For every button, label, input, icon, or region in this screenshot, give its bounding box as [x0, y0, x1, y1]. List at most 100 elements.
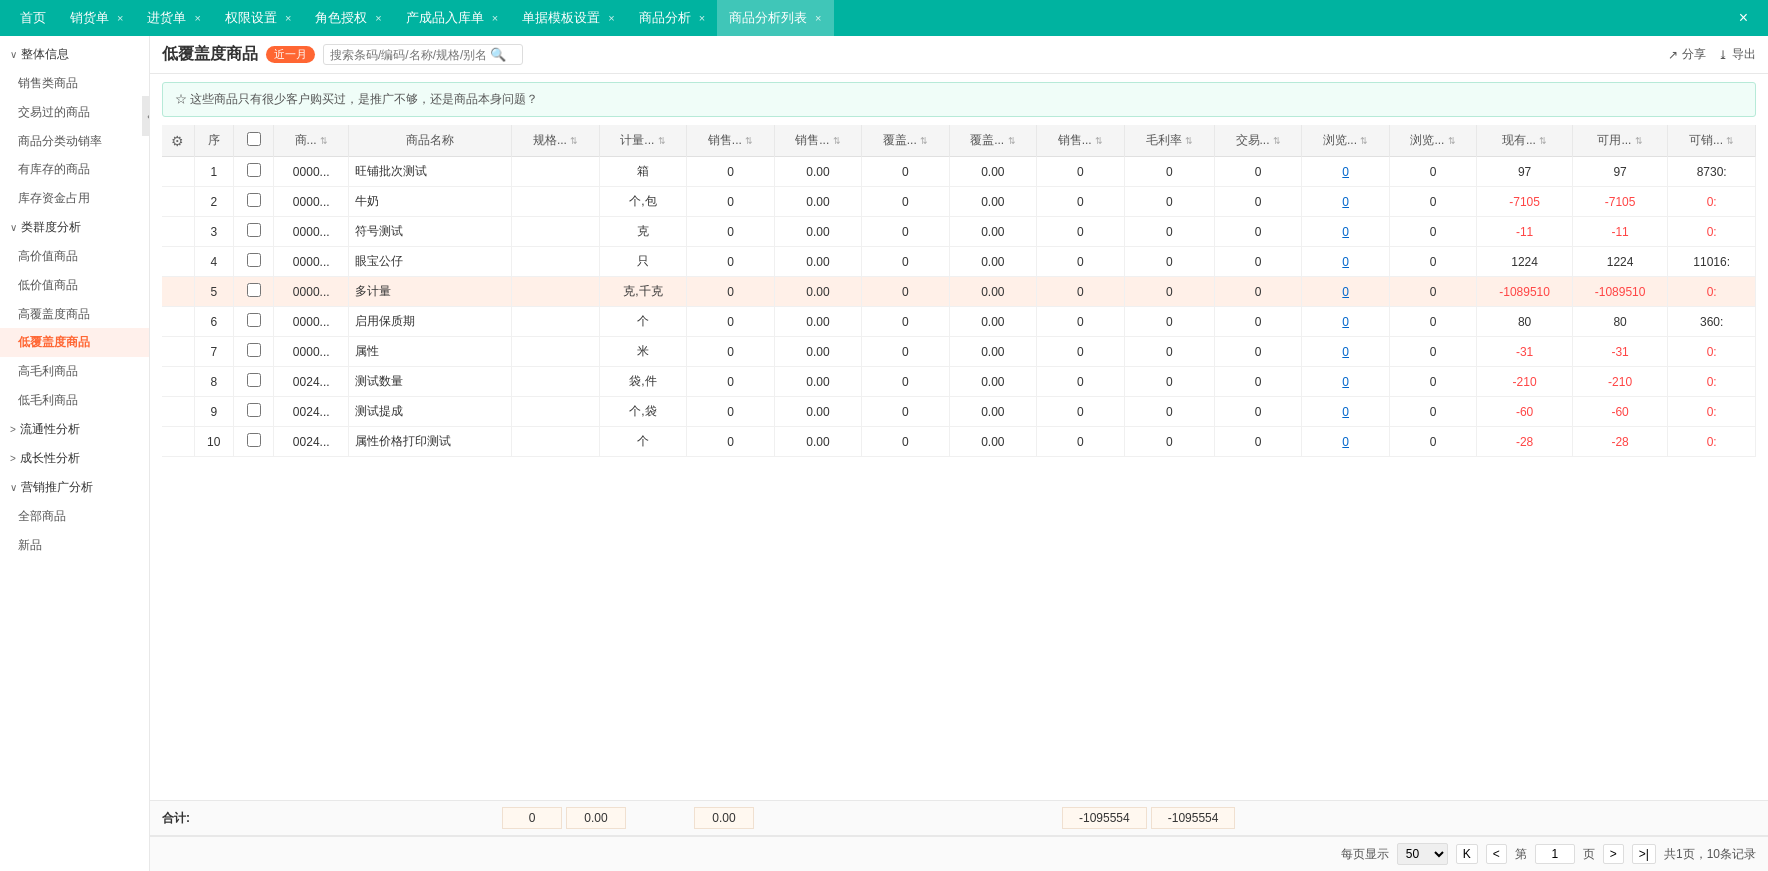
row-browse1[interactable]: 0 — [1302, 397, 1389, 427]
row-checkbox[interactable] — [234, 217, 274, 247]
row-browse1[interactable]: 0 — [1302, 367, 1389, 397]
row-checkbox[interactable] — [234, 367, 274, 397]
search-icon[interactable]: 🔍 — [490, 47, 506, 62]
settings-column-header[interactable]: ⚙ — [162, 125, 194, 157]
col-header-browse2[interactable]: 浏览... ⇅ — [1389, 125, 1476, 157]
row-unit: 个,包 — [599, 187, 686, 217]
sidebar-item-high-coverage[interactable]: 高覆盖度商品 — [0, 300, 149, 329]
sidebar-item-high-value[interactable]: 高价值商品 — [0, 242, 149, 271]
row-browse1[interactable]: 0 — [1302, 217, 1389, 247]
nav-product-entry-close[interactable]: × — [492, 0, 498, 36]
col-header-available[interactable]: 可用... ⇅ — [1572, 125, 1668, 157]
nav-role[interactable]: 角色授权 × — [303, 0, 393, 36]
row-browse1[interactable]: 0 — [1302, 187, 1389, 217]
row-checkbox[interactable] — [234, 427, 274, 457]
nav-purchase[interactable]: 进货单 × — [135, 0, 212, 36]
export-button[interactable]: ⤓ 导出 — [1718, 46, 1756, 63]
row-available: -11 — [1572, 217, 1668, 247]
row-unit: 克,千克 — [599, 277, 686, 307]
row-browse1[interactable]: 0 — [1302, 427, 1389, 457]
col-header-saleable[interactable]: 可销... ⇅ — [1668, 125, 1756, 157]
col-header-code[interactable]: 商... ⇅ — [274, 125, 349, 157]
sidebar-section-cluster[interactable]: ∨ 类群度分析 — [0, 213, 149, 242]
col-header-current[interactable]: 现有... ⇅ — [1477, 125, 1573, 157]
sidebar-item-sales-products[interactable]: 销售类商品 — [0, 69, 149, 98]
sidebar-item-category-turnover[interactable]: 商品分类动销率 — [0, 127, 149, 156]
sidebar-item-high-margin[interactable]: 高毛利商品 — [0, 357, 149, 386]
sidebar-section-circulation[interactable]: > 流通性分析 — [0, 415, 149, 444]
row-cover1: 0 — [862, 157, 949, 187]
sidebar-item-low-coverage[interactable]: 低覆盖度商品 — [0, 328, 149, 357]
window-close-button[interactable]: × — [1727, 9, 1760, 27]
nav-product-analysis-close[interactable]: × — [699, 0, 705, 36]
nav-purchase-close[interactable]: × — [194, 0, 200, 36]
row-sales-qty: 0 — [687, 157, 774, 187]
row-current: -31 — [1477, 337, 1573, 367]
row-checkbox[interactable] — [234, 307, 274, 337]
row-code: 0000... — [274, 247, 349, 277]
row-gross-rate: 0 — [1124, 277, 1214, 307]
sidebar-section-overall[interactable]: ∨ 整体信息 — [0, 40, 149, 69]
row-current: 80 — [1477, 307, 1573, 337]
search-input[interactable] — [330, 48, 490, 62]
nav-sales[interactable]: 销货单 × — [58, 0, 135, 36]
content-area: 低覆盖度商品 近一月 🔍 ↗ 分享 ⤓ 导出 ☆ 这些商品只有很少客户购买过，是… — [150, 36, 1768, 871]
sidebar-item-new-products[interactable]: 新品 — [0, 531, 149, 560]
nav-sales-close[interactable]: × — [117, 0, 123, 36]
row-checkbox[interactable] — [234, 187, 274, 217]
col-header-gross-rate[interactable]: 毛利率 ⇅ — [1124, 125, 1214, 157]
sidebar-item-inventory-capital[interactable]: 库存资金占用 — [0, 184, 149, 213]
nav-permission[interactable]: 权限设置 × — [213, 0, 303, 36]
time-filter-tag[interactable]: 近一月 — [266, 46, 315, 63]
col-header-unit[interactable]: 计量... ⇅ — [599, 125, 686, 157]
col-header-cover2[interactable]: 覆盖... ⇅ — [949, 125, 1036, 157]
nav-home[interactable]: 首页 — [8, 0, 58, 36]
sidebar-collapse-button[interactable]: « — [142, 96, 150, 136]
nav-product-entry[interactable]: 产成品入库单 × — [394, 0, 510, 36]
col-header-trade[interactable]: 交易... ⇅ — [1214, 125, 1301, 157]
row-checkbox[interactable] — [234, 247, 274, 277]
row-saleable: 360: — [1668, 307, 1756, 337]
row-browse1[interactable]: 0 — [1302, 157, 1389, 187]
next-page-button[interactable]: > — [1603, 844, 1624, 864]
sidebar-item-low-margin[interactable]: 低毛利商品 — [0, 386, 149, 415]
row-cover1: 0 — [862, 397, 949, 427]
nav-role-close[interactable]: × — [375, 0, 381, 36]
row-browse1[interactable]: 0 — [1302, 307, 1389, 337]
sidebar-item-low-value[interactable]: 低价值商品 — [0, 271, 149, 300]
sidebar-item-all-products[interactable]: 全部商品 — [0, 502, 149, 531]
prev-page-button[interactable]: < — [1486, 844, 1507, 864]
col-header-cover1[interactable]: 覆盖... ⇅ — [862, 125, 949, 157]
page-number-input[interactable] — [1535, 844, 1575, 864]
row-checkbox[interactable] — [234, 277, 274, 307]
nav-product-analysis[interactable]: 商品分析 × — [627, 0, 717, 36]
row-browse1[interactable]: 0 — [1302, 337, 1389, 367]
col-header-spec[interactable]: 规格... ⇅ — [512, 125, 599, 157]
row-checkbox[interactable] — [234, 397, 274, 427]
nav-product-analysis-list-close[interactable]: × — [815, 0, 821, 36]
sidebar-item-traded-products[interactable]: 交易过的商品 — [0, 98, 149, 127]
col-header-sales2[interactable]: 销售... ⇅ — [1037, 125, 1124, 157]
row-sales-amt: 0.00 — [774, 307, 861, 337]
row-browse1[interactable]: 0 — [1302, 277, 1389, 307]
per-page-label: 每页显示 — [1341, 846, 1389, 863]
sidebar-section-marketing[interactable]: ∨ 营销推广分析 — [0, 473, 149, 502]
nav-permission-close[interactable]: × — [285, 0, 291, 36]
col-header-browse1[interactable]: 浏览... ⇅ — [1302, 125, 1389, 157]
sidebar-item-in-stock[interactable]: 有库存的商品 — [0, 155, 149, 184]
nav-template-close[interactable]: × — [608, 0, 614, 36]
nav-product-analysis-list[interactable]: 商品分析列表 × — [717, 0, 833, 36]
row-checkbox[interactable] — [234, 157, 274, 187]
share-button[interactable]: ↗ 分享 — [1668, 46, 1706, 63]
per-page-select[interactable]: 50 20 100 — [1397, 843, 1448, 865]
row-browse1[interactable]: 0 — [1302, 247, 1389, 277]
last-page-button[interactable]: >| — [1632, 844, 1656, 864]
select-all-checkbox[interactable] — [247, 132, 261, 146]
col-header-sales-amt[interactable]: 销售... ⇅ — [774, 125, 861, 157]
nav-template[interactable]: 单据模板设置 × — [510, 0, 626, 36]
row-checkbox[interactable] — [234, 337, 274, 367]
sidebar-section-growth[interactable]: > 成长性分析 — [0, 444, 149, 473]
row-sales2: 0 — [1037, 217, 1124, 247]
col-header-sales-qty[interactable]: 销售... ⇅ — [687, 125, 774, 157]
first-page-button[interactable]: K — [1456, 844, 1478, 864]
